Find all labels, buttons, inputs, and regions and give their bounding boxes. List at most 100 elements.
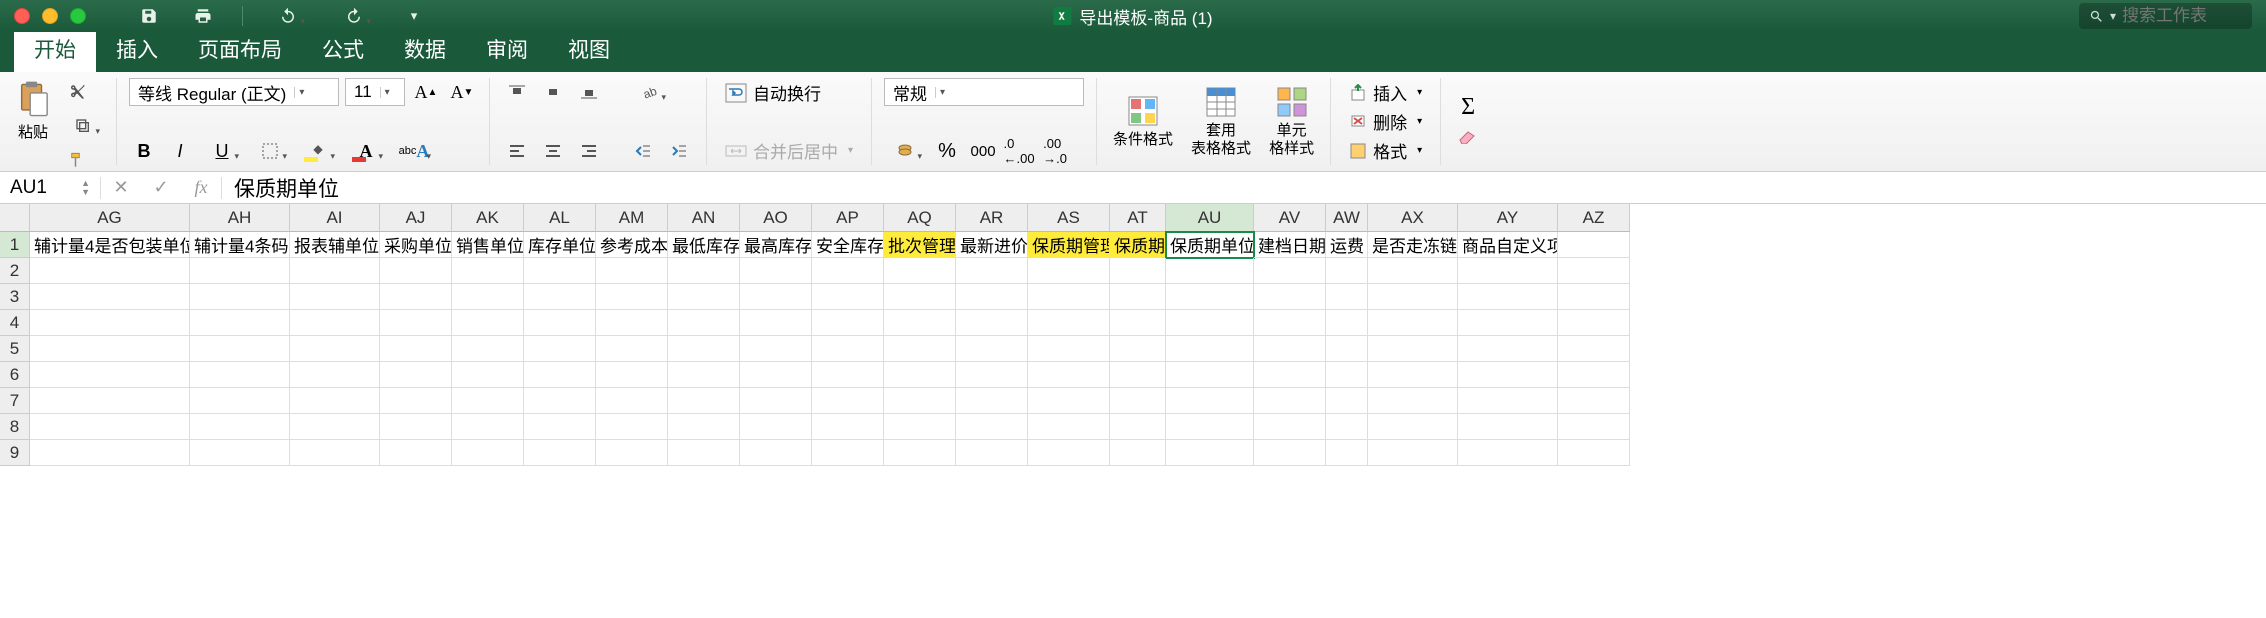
cell-AW5[interactable] [1326,336,1368,362]
cell-AJ7[interactable] [380,388,452,414]
cell-AK6[interactable] [452,362,524,388]
underline-button[interactable]: U [201,137,243,165]
clear-button[interactable] [1453,122,1483,150]
cell-AY9[interactable] [1458,440,1558,466]
cell-AU6[interactable] [1166,362,1254,388]
row-header-5[interactable]: 5 [0,336,30,362]
cell-AL9[interactable] [524,440,596,466]
cell-AZ1[interactable] [1558,232,1630,258]
cell-AT4[interactable] [1110,310,1166,336]
cell-AT1[interactable]: 保质期 [1110,232,1166,258]
cell-AG8[interactable] [30,414,190,440]
font-color-button[interactable]: A [345,137,387,165]
cell-AR4[interactable] [956,310,1028,336]
cell-AM8[interactable] [596,414,668,440]
col-header-AN[interactable]: AN [668,204,740,232]
close-window-button[interactable] [14,8,30,24]
cell-AR3[interactable] [956,284,1028,310]
cell-AT7[interactable] [1110,388,1166,414]
delete-cells-button[interactable]: 删除▾ [1343,107,1428,136]
cell-AI7[interactable] [290,388,380,414]
row-header-9[interactable]: 9 [0,440,30,466]
cell-AH8[interactable] [190,414,290,440]
cell-AP5[interactable] [812,336,884,362]
search-input[interactable] [2122,6,2242,26]
tab-home[interactable]: 开始 [14,26,96,72]
cell-AS2[interactable] [1028,258,1110,284]
tab-page-layout[interactable]: 页面布局 [178,26,302,72]
cell-AX1[interactable]: 是否走冻链 [1368,232,1458,258]
cell-AN5[interactable] [668,336,740,362]
cell-AW7[interactable] [1326,388,1368,414]
cell-AN2[interactable] [668,258,740,284]
align-top-button[interactable] [502,78,532,106]
cell-AJ1[interactable]: 采购单位 [380,232,452,258]
col-header-AW[interactable]: AW [1326,204,1368,232]
cell-AM7[interactable] [596,388,668,414]
cell-AS7[interactable] [1028,388,1110,414]
cell-AJ6[interactable] [380,362,452,388]
cell-AG2[interactable] [30,258,190,284]
cell-styles-button[interactable]: 单元 格样式 [1265,84,1318,159]
number-format-combo[interactable]: 常规▾ [884,78,1084,106]
italic-button[interactable]: I [165,137,195,165]
cell-AQ8[interactable] [884,414,956,440]
zoom-window-button[interactable] [70,8,86,24]
cell-AV7[interactable] [1254,388,1326,414]
cell-AX5[interactable] [1368,336,1458,362]
cell-AS5[interactable] [1028,336,1110,362]
col-header-AY[interactable]: AY [1458,204,1558,232]
shrink-font-button[interactable]: A▼ [447,78,477,106]
cell-AO3[interactable] [740,284,812,310]
cell-AY3[interactable] [1458,284,1558,310]
cell-AT2[interactable] [1110,258,1166,284]
cell-AP3[interactable] [812,284,884,310]
cell-AU2[interactable] [1166,258,1254,284]
cell-AX7[interactable] [1368,388,1458,414]
format-painter-button[interactable] [62,146,92,174]
align-bottom-button[interactable] [574,78,604,106]
cancel-formula-button[interactable]: ✕ [101,177,141,198]
cell-AJ5[interactable] [380,336,452,362]
cell-AG7[interactable] [30,388,190,414]
cell-AP4[interactable] [812,310,884,336]
col-header-AZ[interactable]: AZ [1558,204,1630,232]
cell-AW1[interactable]: 运费 [1326,232,1368,258]
cell-AL4[interactable] [524,310,596,336]
cell-AT5[interactable] [1110,336,1166,362]
cell-AU1[interactable]: 保质期单位 [1166,232,1254,258]
cell-AX9[interactable] [1368,440,1458,466]
cell-AP8[interactable] [812,414,884,440]
cell-AK2[interactable] [452,258,524,284]
col-header-AV[interactable]: AV [1254,204,1326,232]
cell-AQ6[interactable] [884,362,956,388]
row-header-4[interactable]: 4 [0,310,30,336]
cell-AJ2[interactable] [380,258,452,284]
cell-AW9[interactable] [1326,440,1368,466]
cell-AO1[interactable]: 最高库存 [740,232,812,258]
cell-AM4[interactable] [596,310,668,336]
cell-AH4[interactable] [190,310,290,336]
row-header-2[interactable]: 2 [0,258,30,284]
cell-AI9[interactable] [290,440,380,466]
cut-button[interactable] [62,78,92,106]
align-center-button[interactable] [538,137,568,165]
cell-AK4[interactable] [452,310,524,336]
cell-AY5[interactable] [1458,336,1558,362]
cell-AV9[interactable] [1254,440,1326,466]
cell-AR8[interactable] [956,414,1028,440]
cell-AH3[interactable] [190,284,290,310]
row-header-8[interactable]: 8 [0,414,30,440]
col-header-AU[interactable]: AU [1166,204,1254,232]
font-size-combo[interactable]: 11▾ [345,78,405,106]
currency-button[interactable] [884,137,926,165]
col-header-AM[interactable]: AM [596,204,668,232]
decrease-indent-button[interactable] [628,137,658,165]
cell-AH7[interactable] [190,388,290,414]
row-header-1[interactable]: 1 [0,232,30,258]
cell-AH1[interactable]: 辅计量4条码 [190,232,290,258]
cell-AI6[interactable] [290,362,380,388]
increase-indent-button[interactable] [664,137,694,165]
align-right-button[interactable] [574,137,604,165]
cell-AN8[interactable] [668,414,740,440]
